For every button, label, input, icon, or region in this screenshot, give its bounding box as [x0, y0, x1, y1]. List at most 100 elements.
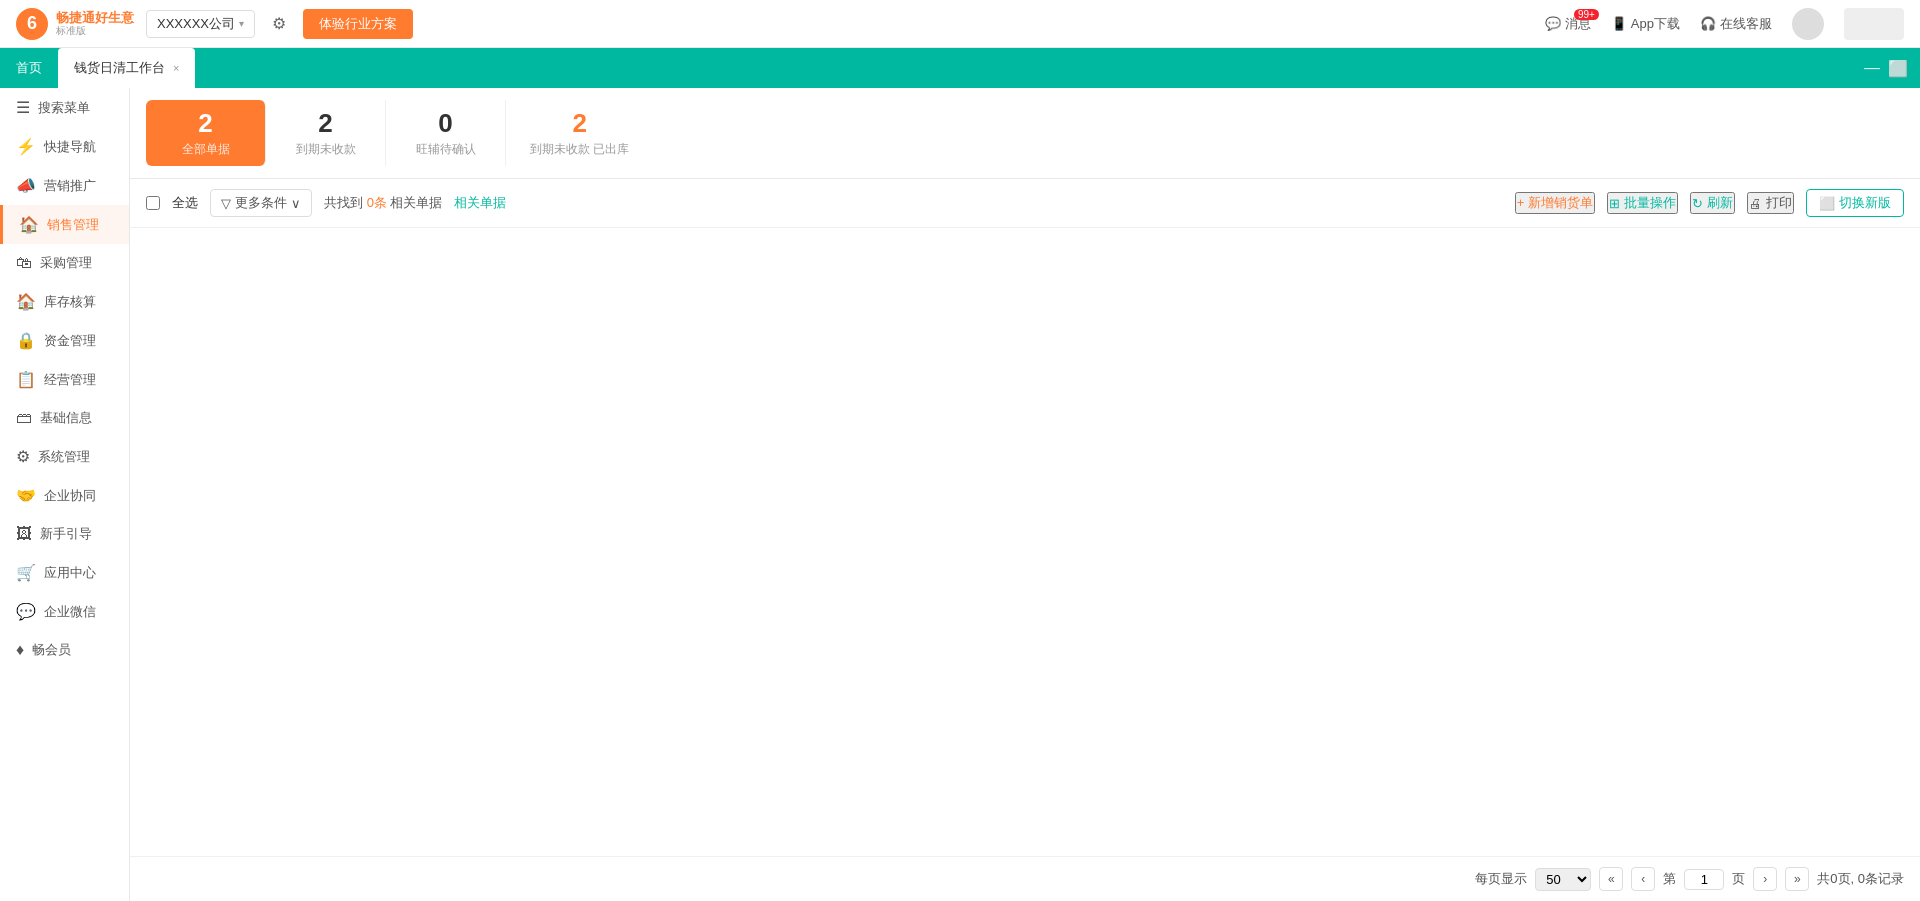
- stat-card-overdue[interactable]: 2 到期未收款: [266, 100, 386, 166]
- last-page-btn[interactable]: »: [1785, 867, 1809, 891]
- sidebar-member-label: 畅会员: [32, 641, 71, 659]
- inventory-icon: 🏠: [16, 292, 36, 311]
- user-name-area: [1844, 8, 1904, 40]
- sidebar-item-search[interactable]: ☰ 搜索菜单: [0, 88, 129, 127]
- sidebar-operations-label: 经营管理: [44, 371, 96, 389]
- service-icon: 🎧: [1700, 16, 1716, 31]
- sidebar-item-operations[interactable]: 📋 经营管理: [0, 360, 129, 399]
- stat-all-label: 全部单据: [182, 141, 230, 158]
- nav-tab-actions: — ⬜: [1852, 59, 1920, 78]
- marketing-icon: 📣: [16, 176, 36, 195]
- app-download-label: App下载: [1631, 15, 1680, 33]
- sidebar-item-purchase[interactable]: 🛍 采购管理: [0, 244, 129, 282]
- tab-daily-work[interactable]: 钱货日清工作台 ×: [58, 48, 195, 88]
- stat-all-number: 2: [198, 108, 212, 139]
- sidebar-search-label: 搜索菜单: [38, 99, 90, 117]
- stat-card-all[interactable]: 2 全部单据: [146, 100, 266, 166]
- select-all-checkbox[interactable]: [146, 196, 160, 210]
- sidebar-inventory-label: 库存核算: [44, 293, 96, 311]
- stat-overdue-label: 到期未收款: [296, 141, 356, 158]
- sidebar-item-sales[interactable]: 🏠 销售管理: [0, 205, 129, 244]
- online-service-btn[interactable]: 🎧 在线客服: [1700, 15, 1772, 33]
- tab-close-icon[interactable]: ×: [173, 62, 179, 74]
- page-label: 第: [1663, 870, 1676, 888]
- first-page-btn[interactable]: «: [1599, 867, 1623, 891]
- sidebar-item-newbie[interactable]: 🖼 新手引导: [0, 515, 129, 553]
- stat-shipped-number: 2: [572, 108, 586, 139]
- sidebar-system-label: 系统管理: [38, 448, 90, 466]
- switch-icon: ⬜: [1819, 196, 1835, 211]
- filter-icon: ▽: [221, 196, 231, 211]
- print-btn[interactable]: 🖨 打印: [1747, 192, 1794, 214]
- toolbar-left: 全选 ▽ 更多条件 ∨ 共找到 0条 相关单据 相关单据: [146, 189, 1503, 217]
- sales-icon: 🏠: [19, 215, 39, 234]
- toolbar: 全选 ▽ 更多条件 ∨ 共找到 0条 相关单据 相关单据 + 新增销货单 ⊞ 批…: [130, 179, 1920, 228]
- sidebar-shortcut-label: 快捷导航: [44, 138, 96, 156]
- filter-btn-label: 更多条件: [235, 194, 287, 212]
- capital-icon: 🔒: [16, 331, 36, 350]
- batch-op-btn[interactable]: ⊞ 批量操作: [1607, 192, 1678, 214]
- settings-gear-icon[interactable]: ⚙: [263, 8, 295, 40]
- maximize-icon[interactable]: ⬜: [1888, 59, 1908, 78]
- trial-btn[interactable]: 体验行业方案: [303, 9, 413, 39]
- switch-new-btn[interactable]: ⬜ 切换新版: [1806, 189, 1904, 217]
- member-icon: ♦: [16, 641, 24, 659]
- shortcut-icon: ⚡: [16, 137, 36, 156]
- stat-overdue-number: 2: [318, 108, 332, 139]
- sidebar-item-system[interactable]: ⚙ 系统管理: [0, 437, 129, 476]
- filter-chevron-icon: ∨: [291, 196, 301, 211]
- company-selector[interactable]: XXXXXX公司 ▾: [146, 10, 255, 38]
- select-all-label: 全选: [172, 194, 198, 212]
- per-page-select[interactable]: 50 100: [1535, 868, 1591, 891]
- basic-info-icon: 🗃: [16, 409, 32, 427]
- message-btn[interactable]: 💬 消息 99+: [1545, 15, 1591, 33]
- sidebar-item-enterprise-wechat[interactable]: 💬 企业微信: [0, 592, 129, 631]
- refresh-btn[interactable]: ↻ 刷新: [1690, 192, 1735, 214]
- page-input[interactable]: [1684, 869, 1724, 890]
- sidebar-item-capital[interactable]: 🔒 资金管理: [0, 321, 129, 360]
- sidebar-sales-label: 销售管理: [47, 216, 99, 234]
- app-center-icon: 🛒: [16, 563, 36, 582]
- app-download-btn[interactable]: 📱 App下载: [1611, 15, 1680, 33]
- purchase-icon: 🛍: [16, 254, 32, 272]
- tab-daily-work-label: 钱货日清工作台: [74, 59, 165, 77]
- sidebar-item-member[interactable]: ♦ 畅会员: [0, 631, 129, 669]
- sidebar-item-marketing[interactable]: 📣 营销推广: [0, 166, 129, 205]
- online-service-label: 在线客服: [1720, 15, 1772, 33]
- logo-area: 6 畅捷通好生意 标准版: [16, 8, 146, 40]
- download-icon: 📱: [1611, 16, 1627, 31]
- tab-home-label: 首页: [16, 59, 42, 77]
- stat-card-shipped[interactable]: 2 到期未收款 已出库: [506, 100, 653, 166]
- message-icon: 💬: [1545, 16, 1561, 31]
- sidebar-app-center-label: 应用中心: [44, 564, 96, 582]
- sidebar-item-app-center[interactable]: 🛒 应用中心: [0, 553, 129, 592]
- sidebar-enterprise-wechat-label: 企业微信: [44, 603, 96, 621]
- total-info: 共0页, 0条记录: [1817, 870, 1904, 888]
- sidebar-newbie-label: 新手引导: [40, 525, 92, 543]
- logo-sub-text: 标准版: [56, 25, 134, 37]
- enterprise-wechat-icon: 💬: [16, 602, 36, 621]
- filter-btn[interactable]: ▽ 更多条件 ∨: [210, 189, 312, 217]
- per-page-label: 每页显示: [1475, 870, 1527, 888]
- sidebar-purchase-label: 采购管理: [40, 254, 92, 272]
- search-icon: ☰: [16, 98, 30, 117]
- next-page-btn[interactable]: ›: [1753, 867, 1777, 891]
- table-area: [130, 228, 1920, 856]
- found-count: 0条: [367, 195, 387, 210]
- minimize-icon[interactable]: —: [1864, 59, 1880, 77]
- sidebar-item-inventory[interactable]: 🏠 库存核算: [0, 282, 129, 321]
- sidebar-item-basic-info[interactable]: 🗃 基础信息: [0, 399, 129, 437]
- chevron-down-icon: ▾: [239, 18, 244, 29]
- new-sale-btn[interactable]: + 新增销货单: [1515, 192, 1595, 214]
- sidebar-marketing-label: 营销推广: [44, 177, 96, 195]
- prev-page-btn[interactable]: ‹: [1631, 867, 1655, 891]
- stat-pending-label: 旺辅待确认: [416, 141, 476, 158]
- nav-tabs-bar: 首页 钱货日清工作台 × — ⬜: [0, 48, 1920, 88]
- sidebar-item-shortcut[interactable]: ⚡ 快捷导航: [0, 127, 129, 166]
- avatar[interactable]: [1792, 8, 1824, 40]
- sidebar-item-enterprise-coop[interactable]: 🤝 企业协同: [0, 476, 129, 515]
- related-orders-link[interactable]: 相关单据: [454, 194, 506, 212]
- tab-home[interactable]: 首页: [0, 48, 58, 88]
- stat-card-pending[interactable]: 0 旺辅待确认: [386, 100, 506, 166]
- pagination-bar: 每页显示 50 100 « ‹ 第 页 › » 共0页, 0条记录: [130, 856, 1920, 901]
